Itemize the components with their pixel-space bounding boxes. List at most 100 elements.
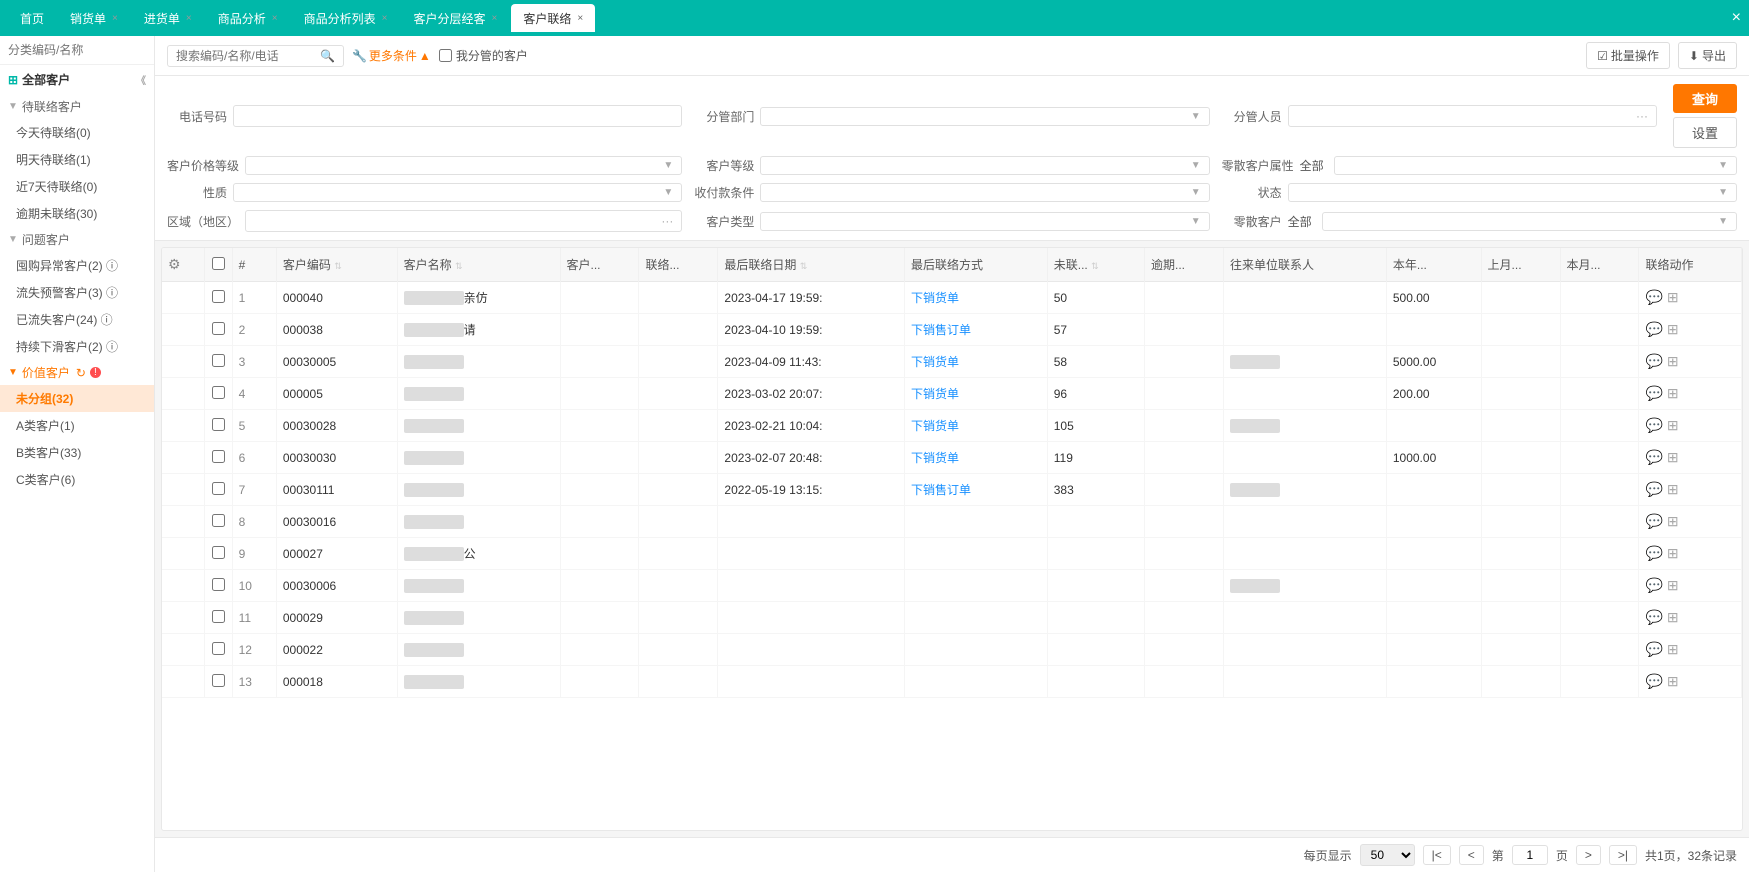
message-action-icon[interactable]: 💬 <box>1645 609 1662 626</box>
settings-column-header[interactable]: ⚙ <box>162 248 204 282</box>
nav-tab-purchase[interactable]: 进货单 × <box>132 4 204 32</box>
export-button[interactable]: ⬇ 导出 <box>1678 42 1737 69</box>
nav-tab-product-list[interactable]: 商品分析列表 × <box>292 4 400 32</box>
sidebar-item-declining[interactable]: 持续下滑客户(2) ⓘ <box>0 333 154 360</box>
message-action-icon[interactable]: 💬 <box>1645 641 1662 658</box>
sidebar-group-problem[interactable]: ▼ 问题客户 <box>0 227 154 252</box>
sidebar-item-today-pending[interactable]: 今天待联络(0) <box>0 119 154 146</box>
last-contact-method-cell[interactable]: 下销货单 <box>904 410 1047 442</box>
reset-button[interactable]: 设置 <box>1673 117 1737 148</box>
row-checkbox-cell[interactable] <box>204 314 232 346</box>
action-cell[interactable]: 💬 ⊞ <box>1639 570 1742 602</box>
close-product-list-tab-icon[interactable]: × <box>382 13 388 24</box>
first-page-button[interactable]: |< <box>1423 845 1451 865</box>
action-cell[interactable]: 💬 ⊞ <box>1639 602 1742 634</box>
sidebar-item-class-c[interactable]: C类客户(6) <box>0 466 154 493</box>
sidebar-item-class-b[interactable]: B类客户(33) <box>0 439 154 466</box>
row-checkbox[interactable] <box>212 418 225 431</box>
my-customers-checkbox[interactable] <box>439 49 452 62</box>
nav-tab-product-analysis[interactable]: 商品分析 × <box>206 4 290 32</box>
table-settings-icon[interactable]: ⚙ <box>168 256 181 272</box>
manager-more-icon[interactable]: ··· <box>1636 109 1648 123</box>
sidebar-item-overdue-pending[interactable]: 逾期未联络(30) <box>0 200 154 227</box>
grid-action-icon[interactable]: ⊞ <box>1667 385 1679 402</box>
row-checkbox-cell[interactable] <box>204 634 232 666</box>
message-action-icon[interactable]: 💬 <box>1645 545 1662 562</box>
action-cell[interactable]: 💬 ⊞ <box>1639 506 1742 538</box>
row-checkbox-cell[interactable] <box>204 538 232 570</box>
contact-method-link[interactable]: 下销售订单 <box>911 323 971 337</box>
last-contact-method-cell[interactable]: 下销货单 <box>904 346 1047 378</box>
message-action-icon[interactable]: 💬 <box>1645 417 1662 434</box>
row-checkbox[interactable] <box>212 386 225 399</box>
close-sales-tab-icon[interactable]: × <box>112 13 118 24</box>
row-checkbox[interactable] <box>212 610 225 623</box>
row-checkbox-cell[interactable] <box>204 410 232 442</box>
message-action-icon[interactable]: 💬 <box>1645 577 1662 594</box>
sidebar-item-tomorrow-pending[interactable]: 明天待联络(1) <box>0 146 154 173</box>
row-checkbox-cell[interactable] <box>204 570 232 602</box>
select-all-checkbox[interactable] <box>212 257 225 270</box>
collapse-sidebar-icon[interactable]: 《 <box>136 72 146 87</box>
last-contact-method-cell[interactable]: 下销货单 <box>904 442 1047 474</box>
action-cell[interactable]: 💬 ⊞ <box>1639 474 1742 506</box>
payment-select[interactable]: ▼ <box>760 183 1209 202</box>
contact-method-link[interactable]: 下销货单 <box>911 419 959 433</box>
grid-action-icon[interactable]: ⊞ <box>1667 449 1679 466</box>
sidebar-item-hoarding[interactable]: 囤购异常客户(2) ⓘ <box>0 252 154 279</box>
sidebar-item-churned[interactable]: 已流失客户(24) ⓘ <box>0 306 154 333</box>
close-customer-segment-tab-icon[interactable]: × <box>491 13 497 24</box>
value-group-refresh-icon[interactable]: ↻ <box>76 366 86 380</box>
grid-action-icon[interactable]: ⊞ <box>1667 289 1679 306</box>
grid-action-icon[interactable]: ⊞ <box>1667 577 1679 594</box>
grid-action-icon[interactable]: ⊞ <box>1667 673 1679 690</box>
last-contact-method-cell[interactable] <box>904 634 1047 666</box>
close-product-analysis-tab-icon[interactable]: × <box>272 13 278 24</box>
message-action-icon[interactable]: 💬 <box>1645 513 1662 530</box>
price-level-select[interactable]: ▼ <box>245 156 682 175</box>
code-sort-icon[interactable]: ⇅ <box>334 261 342 271</box>
row-checkbox[interactable] <box>212 322 225 335</box>
last-contact-method-cell[interactable] <box>904 570 1047 602</box>
grid-action-icon[interactable]: ⊞ <box>1667 481 1679 498</box>
grid-action-icon[interactable]: ⊞ <box>1667 513 1679 530</box>
close-customer-contact-tab-icon[interactable]: × <box>577 13 583 24</box>
message-action-icon[interactable]: 💬 <box>1645 353 1662 370</box>
row-checkbox[interactable] <box>212 578 225 591</box>
row-checkbox-cell[interactable] <box>204 474 232 506</box>
last-contact-date-sort-icon[interactable]: ⇅ <box>800 261 808 271</box>
department-select[interactable]: ▼ <box>760 107 1209 126</box>
message-action-icon[interactable]: 💬 <box>1645 673 1662 690</box>
sidebar-item-churn-warning[interactable]: 流失预警客户(3) ⓘ <box>0 279 154 306</box>
close-purchase-tab-icon[interactable]: × <box>186 13 192 24</box>
sidebar-search-input[interactable] <box>8 43 155 57</box>
contact-method-link[interactable]: 下销货单 <box>911 291 959 305</box>
message-action-icon[interactable]: 💬 <box>1645 289 1662 306</box>
status-select[interactable]: ▼ <box>1288 183 1737 202</box>
customer-type-select[interactable]: ▼ <box>760 212 1209 231</box>
row-checkbox[interactable] <box>212 546 225 559</box>
last-contact-method-cell[interactable]: 下销售订单 <box>904 314 1047 346</box>
message-action-icon[interactable]: 💬 <box>1645 385 1662 402</box>
name-column-header[interactable]: 客户名称 ⇅ <box>397 248 560 282</box>
grid-action-icon[interactable]: ⊞ <box>1667 321 1679 338</box>
action-cell[interactable]: 💬 ⊞ <box>1639 346 1742 378</box>
customer-level-select[interactable]: ▼ <box>760 156 1209 175</box>
row-checkbox[interactable] <box>212 354 225 367</box>
row-checkbox-cell[interactable] <box>204 602 232 634</box>
nav-tab-customer-segment[interactable]: 客户分层经客 × <box>401 4 509 32</box>
row-checkbox[interactable] <box>212 482 225 495</box>
last-contact-method-cell[interactable] <box>904 538 1047 570</box>
row-checkbox-cell[interactable] <box>204 378 232 410</box>
grid-action-icon[interactable]: ⊞ <box>1667 353 1679 370</box>
sidebar-item-class-a[interactable]: A类客户(1) <box>0 412 154 439</box>
grid-action-icon[interactable]: ⊞ <box>1667 417 1679 434</box>
select-all-column-header[interactable] <box>204 248 232 282</box>
action-cell[interactable]: 💬 ⊞ <box>1639 314 1742 346</box>
grid-action-icon[interactable]: ⊞ <box>1667 641 1679 658</box>
region-more-icon[interactable]: ··· <box>661 214 673 228</box>
window-close-button[interactable]: × <box>1732 9 1741 27</box>
nature-select[interactable]: ▼ <box>233 183 682 202</box>
phone-input[interactable] <box>233 105 682 127</box>
batch-operations-button[interactable]: ☑ 批量操作 <box>1586 42 1670 69</box>
